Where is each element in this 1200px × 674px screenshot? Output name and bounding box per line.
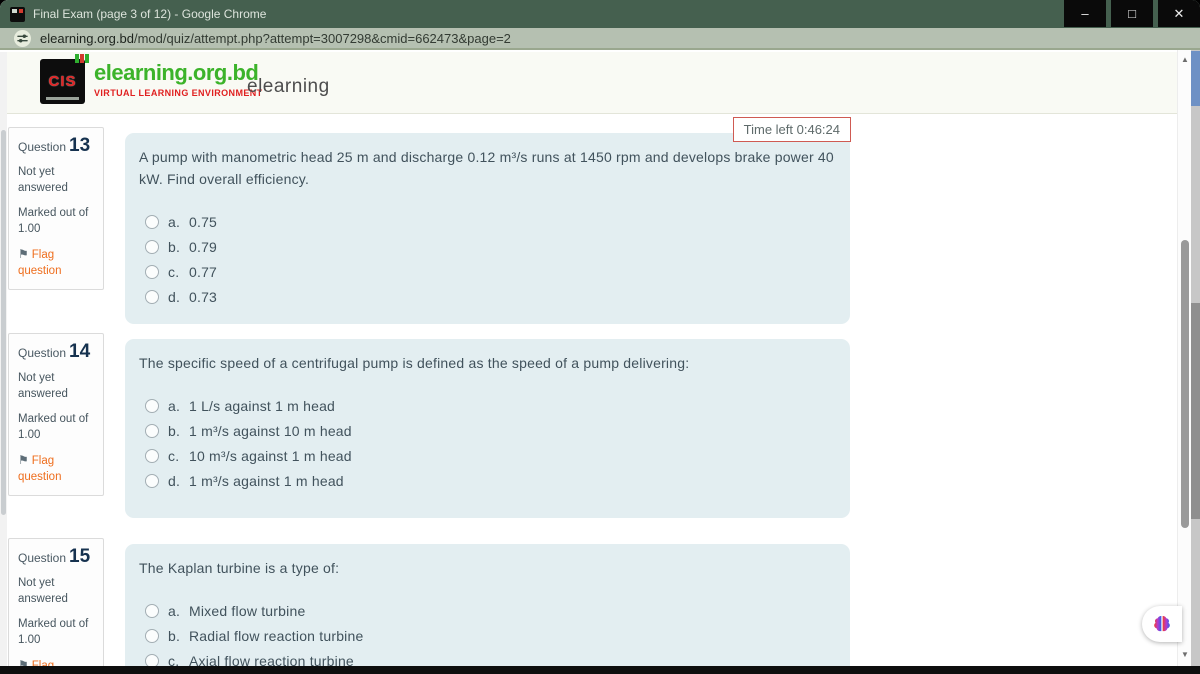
flag-question-link[interactable]: ⚑Flag question <box>18 452 94 485</box>
option-row[interactable]: c. 10 m³/s against 1 m head <box>145 448 836 464</box>
option-text: 0.77 <box>189 264 218 280</box>
question-text: The specific speed of a centrifugal pump… <box>139 355 690 371</box>
question-marks: Marked out of 1.00 <box>18 207 89 235</box>
window-title: Final Exam (page 3 of 12) - Google Chrom… <box>33 7 267 21</box>
option-text: 1 m³/s against 10 m head <box>189 423 352 439</box>
browser-toolbar: elearning.org.bd/mod/quiz/attempt.php?at… <box>0 28 1200 50</box>
question-label: Question <box>18 551 67 565</box>
logo-badge-icon: CIS <box>40 54 89 104</box>
quiz-timer: Time left 0:46:24 <box>732 117 851 142</box>
option-text: 10 m³/s against 1 m head <box>189 448 352 464</box>
timer-value: 0:46:24 <box>796 122 840 137</box>
flag-icon: ⚑ <box>18 247 29 261</box>
options-list: a. 0.75 b. 0.79 c. 0.77 d. 0.73 <box>139 214 836 305</box>
question-label: Question <box>18 346 67 360</box>
question-marks: Marked out of 1.00 <box>18 413 89 441</box>
option-row[interactable]: d. 1 m³/s against 1 m head <box>145 473 836 489</box>
option-radio[interactable] <box>145 399 159 413</box>
content-scrollbar-thumb[interactable] <box>1181 240 1189 528</box>
options-list: a. 1 L/s against 1 m head b. 1 m³/s agai… <box>139 398 836 489</box>
window-controls: – □ ✕ <box>1059 0 1200 27</box>
option-radio[interactable] <box>145 424 159 438</box>
window-scrollbar-thumb[interactable] <box>1191 51 1200 106</box>
question-marks: Marked out of 1.00 <box>18 618 89 646</box>
window-titlebar: Final Exam (page 3 of 12) - Google Chrom… <box>0 0 1200 28</box>
option-text: 1 L/s against 1 m head <box>189 398 336 414</box>
question-number: 13 <box>69 135 91 156</box>
close-button[interactable]: ✕ <box>1158 0 1200 27</box>
option-row[interactable]: b. 0.79 <box>145 239 836 255</box>
question-text: A pump with manometric head 25 m and dis… <box>139 149 834 187</box>
question-text: The Kaplan turbine is a type of: <box>139 560 340 576</box>
option-radio[interactable] <box>145 265 159 279</box>
option-text: Radial flow reaction turbine <box>189 628 364 644</box>
option-text: 0.75 <box>189 214 218 230</box>
url-bar[interactable]: elearning.org.bd/mod/quiz/attempt.php?at… <box>40 31 511 46</box>
question-block-15: The Kaplan turbine is a type of: a. Mixe… <box>125 544 850 674</box>
url-path: /mod/quiz/attempt.php?attempt=3007298&cm… <box>133 30 511 46</box>
option-text: 1 m³/s against 1 m head <box>189 473 344 489</box>
option-radio[interactable] <box>145 215 159 229</box>
option-row[interactable]: a. 1 L/s against 1 m head <box>145 398 836 414</box>
option-radio[interactable] <box>145 290 159 304</box>
option-text: 0.73 <box>189 289 218 305</box>
site-name: elearning <box>247 76 330 97</box>
minimize-icon: – <box>1081 6 1089 21</box>
option-radio[interactable] <box>145 629 159 643</box>
option-row[interactable]: a. Mixed flow turbine <box>145 603 836 619</box>
question-info-panel-15: Question 15 Not yet answered Marked out o… <box>8 538 104 674</box>
timer-label: Time left <box>743 122 793 137</box>
close-icon: ✕ <box>1173 5 1185 21</box>
left-scrollbar-thumb[interactable] <box>1 130 6 515</box>
site-header: CIS elearning.org.bd VIRTUAL LEARNING EN… <box>0 52 1200 114</box>
scroll-down-icon[interactable]: ▼ <box>1178 650 1192 659</box>
left-scrollbar[interactable] <box>0 52 7 666</box>
url-domain: elearning.org.bd <box>40 30 134 46</box>
option-row[interactable]: c. 0.77 <box>145 264 836 280</box>
question-block-14: The specific speed of a centrifugal pump… <box>125 339 850 518</box>
question-status: Not yet answered <box>18 577 68 605</box>
flag-question-link[interactable]: ⚑Flag question <box>18 246 94 279</box>
option-row[interactable]: b. Radial flow reaction turbine <box>145 628 836 644</box>
page-favicon-icon <box>10 6 25 22</box>
question-number: 14 <box>69 341 91 362</box>
window-scrollbar-thumb-secondary[interactable] <box>1191 303 1200 519</box>
question-status: Not yet answered <box>18 166 68 194</box>
minimize-button[interactable]: – <box>1064 0 1106 27</box>
site-settings-button[interactable] <box>14 29 31 47</box>
maximize-button[interactable]: □ <box>1111 0 1153 27</box>
assistant-button[interactable] <box>1142 606 1182 642</box>
site-logo[interactable]: CIS elearning.org.bd VIRTUAL LEARNING EN… <box>40 54 263 104</box>
question-status: Not yet answered <box>18 372 68 400</box>
question-label: Question <box>18 140 67 154</box>
tune-icon <box>17 34 28 42</box>
options-list: a. Mixed flow turbine b. Radial flow rea… <box>139 603 836 669</box>
option-radio[interactable] <box>145 474 159 488</box>
option-radio[interactable] <box>145 449 159 463</box>
scroll-up-icon[interactable]: ▲ <box>1178 55 1192 64</box>
option-row[interactable]: d. 0.73 <box>145 289 836 305</box>
option-radio[interactable] <box>145 240 159 254</box>
flag-icon: ⚑ <box>18 453 29 467</box>
option-text: 0.79 <box>189 239 218 255</box>
logo-subtitle: VIRTUAL LEARNING ENVIRONMENT <box>94 88 263 98</box>
window-scrollbar[interactable] <box>1191 50 1200 666</box>
bottom-edge-bar <box>0 666 1200 674</box>
question-info-panel-13: Question 13 Not yet answered Marked out o… <box>8 127 104 290</box>
option-row[interactable]: b. 1 m³/s against 10 m head <box>145 423 836 439</box>
content-scrollbar[interactable]: ▲ ▼ <box>1177 50 1191 666</box>
question-info-panel-14: Question 14 Not yet answered Marked out o… <box>8 333 104 496</box>
browser-window: Final Exam (page 3 of 12) - Google Chrom… <box>0 0 1200 674</box>
maximize-icon: □ <box>1128 6 1136 21</box>
option-text: Mixed flow turbine <box>189 603 306 619</box>
question-number: 15 <box>69 546 91 567</box>
question-block-13: A pump with manometric head 25 m and dis… <box>125 133 850 324</box>
option-radio[interactable] <box>145 604 159 618</box>
logo-title: elearning.org.bd <box>94 60 259 85</box>
option-row[interactable]: a. 0.75 <box>145 214 836 230</box>
brain-icon <box>1154 616 1170 632</box>
